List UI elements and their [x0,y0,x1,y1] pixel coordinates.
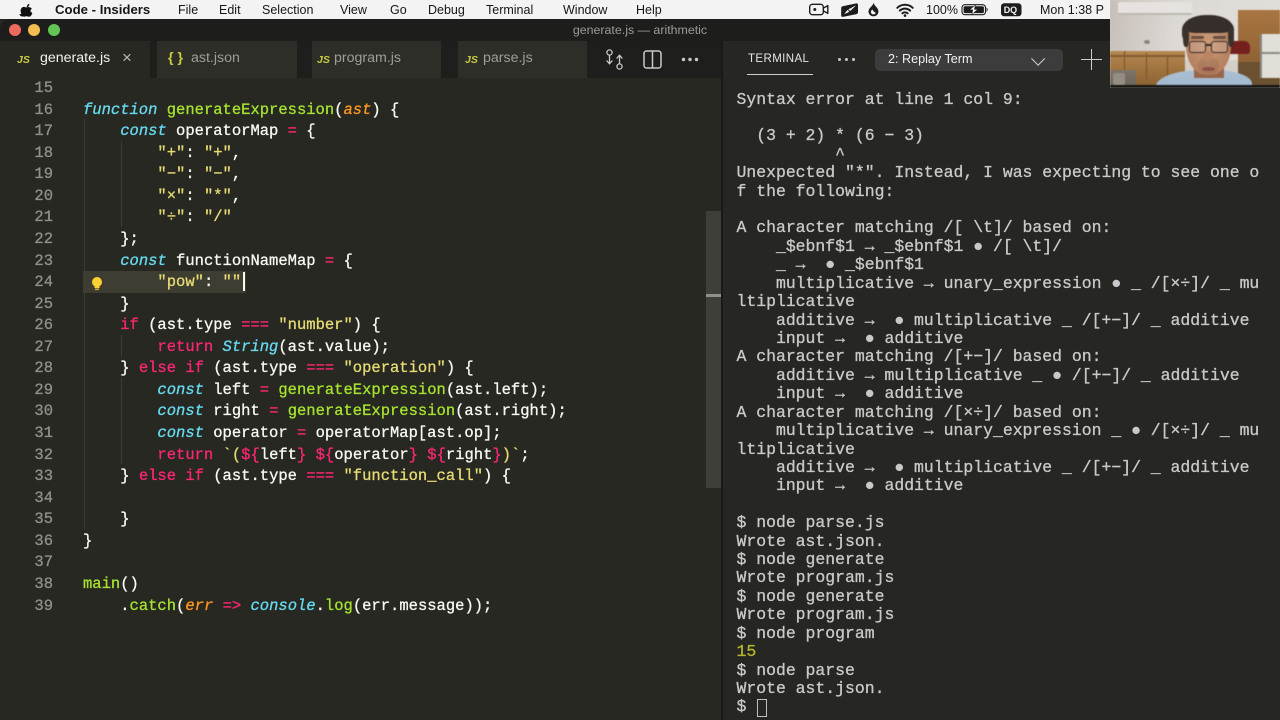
svg-text:DQ: DQ [1004,5,1018,15]
